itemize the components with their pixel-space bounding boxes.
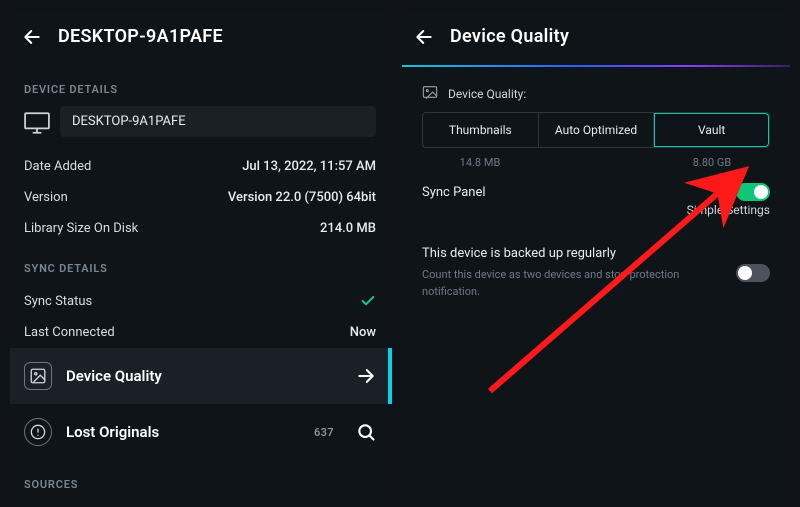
- backup-subtitle: Count this device as two devices and sto…: [422, 267, 722, 300]
- device-name-input[interactable]: DESKTOP-9A1PAFE: [60, 106, 376, 137]
- image-icon: [24, 362, 52, 390]
- value-version: Version 22.0 (7500) 64bit: [228, 190, 376, 205]
- row-date-added: Date Added Jul 13, 2022, 11:57 AM: [10, 151, 390, 182]
- segment-vault[interactable]: Vault: [654, 113, 769, 147]
- quality-segmented-control: Thumbnails Auto Optimized Vault: [422, 112, 770, 148]
- backup-title: This device is backed up regularly: [422, 246, 722, 261]
- label-library-size: Library Size On Disk: [24, 221, 138, 236]
- search-icon[interactable]: [356, 422, 376, 442]
- right-panel-title: Device Quality: [450, 26, 569, 47]
- monitor-icon: [24, 112, 48, 132]
- section-sync-details: SYNC DETAILS: [10, 244, 390, 285]
- nav-linked-folders[interactable]: Linked Folders 6 FOLDERS: [10, 501, 390, 507]
- backup-toggle[interactable]: [736, 264, 770, 282]
- back-arrow-icon[interactable]: [414, 27, 434, 47]
- size-thumbnails: 14.8 MB: [422, 156, 538, 169]
- nav-device-quality[interactable]: Device Quality: [10, 348, 390, 404]
- back-arrow-icon[interactable]: [22, 27, 42, 47]
- chevron-right-icon: [356, 366, 376, 386]
- simple-settings-label[interactable]: Simple Settings: [422, 203, 770, 217]
- value-date-added: Jul 13, 2022, 11:57 AM: [242, 159, 376, 174]
- check-icon: [360, 293, 376, 309]
- value-library-size: 214.0 MB: [320, 221, 376, 236]
- section-sources: SOURCES: [10, 460, 390, 501]
- section-device-details: DEVICE DETAILS: [10, 65, 390, 106]
- lost-originals-count: 637: [314, 426, 334, 439]
- right-header: Device Quality: [402, 12, 790, 65]
- image-small-icon: [422, 85, 438, 102]
- row-version: Version Version 22.0 (7500) 64bit: [10, 182, 390, 213]
- right-panel: Device Quality Device Quality: Thumbnail…: [402, 12, 790, 507]
- size-vault: 8.80 GB: [654, 156, 770, 169]
- sync-panel-label: Sync Panel: [422, 185, 486, 200]
- label-date-added: Date Added: [24, 159, 91, 174]
- warning-circle-icon: [24, 418, 52, 446]
- segment-thumbnails[interactable]: Thumbnails: [423, 113, 539, 147]
- label-last-connected: Last Connected: [24, 325, 115, 340]
- label-version: Version: [24, 190, 68, 205]
- label-sync-status: Sync Status: [24, 294, 92, 309]
- row-last-connected: Last Connected Now: [10, 317, 390, 348]
- row-sync-panel: Sync Panel: [422, 169, 770, 201]
- left-panel-title: DESKTOP-9A1PAFE: [58, 26, 223, 47]
- left-header: DESKTOP-9A1PAFE: [10, 12, 390, 65]
- nav-lost-originals[interactable]: Lost Originals 637: [10, 404, 390, 460]
- nav-lost-originals-label: Lost Originals: [66, 423, 159, 441]
- size-auto: [538, 156, 654, 169]
- device-quality-label-row: Device Quality:: [422, 85, 770, 102]
- row-library-size: Library Size On Disk 214.0 MB: [10, 213, 390, 244]
- row-backup: This device is backed up regularly Count…: [422, 231, 770, 300]
- row-sync-status: Sync Status: [10, 285, 390, 317]
- value-last-connected: Now: [350, 325, 376, 340]
- device-name-row: DESKTOP-9A1PAFE: [10, 106, 390, 151]
- segment-sizes: 14.8 MB 8.80 GB: [422, 156, 770, 169]
- device-quality-label: Device Quality:: [448, 87, 526, 101]
- segment-auto-optimized[interactable]: Auto Optimized: [539, 113, 655, 147]
- left-panel: DESKTOP-9A1PAFE DEVICE DETAILS DESKTOP-9…: [10, 12, 390, 507]
- sync-panel-toggle[interactable]: [736, 183, 770, 201]
- nav-device-quality-label: Device Quality: [66, 367, 162, 385]
